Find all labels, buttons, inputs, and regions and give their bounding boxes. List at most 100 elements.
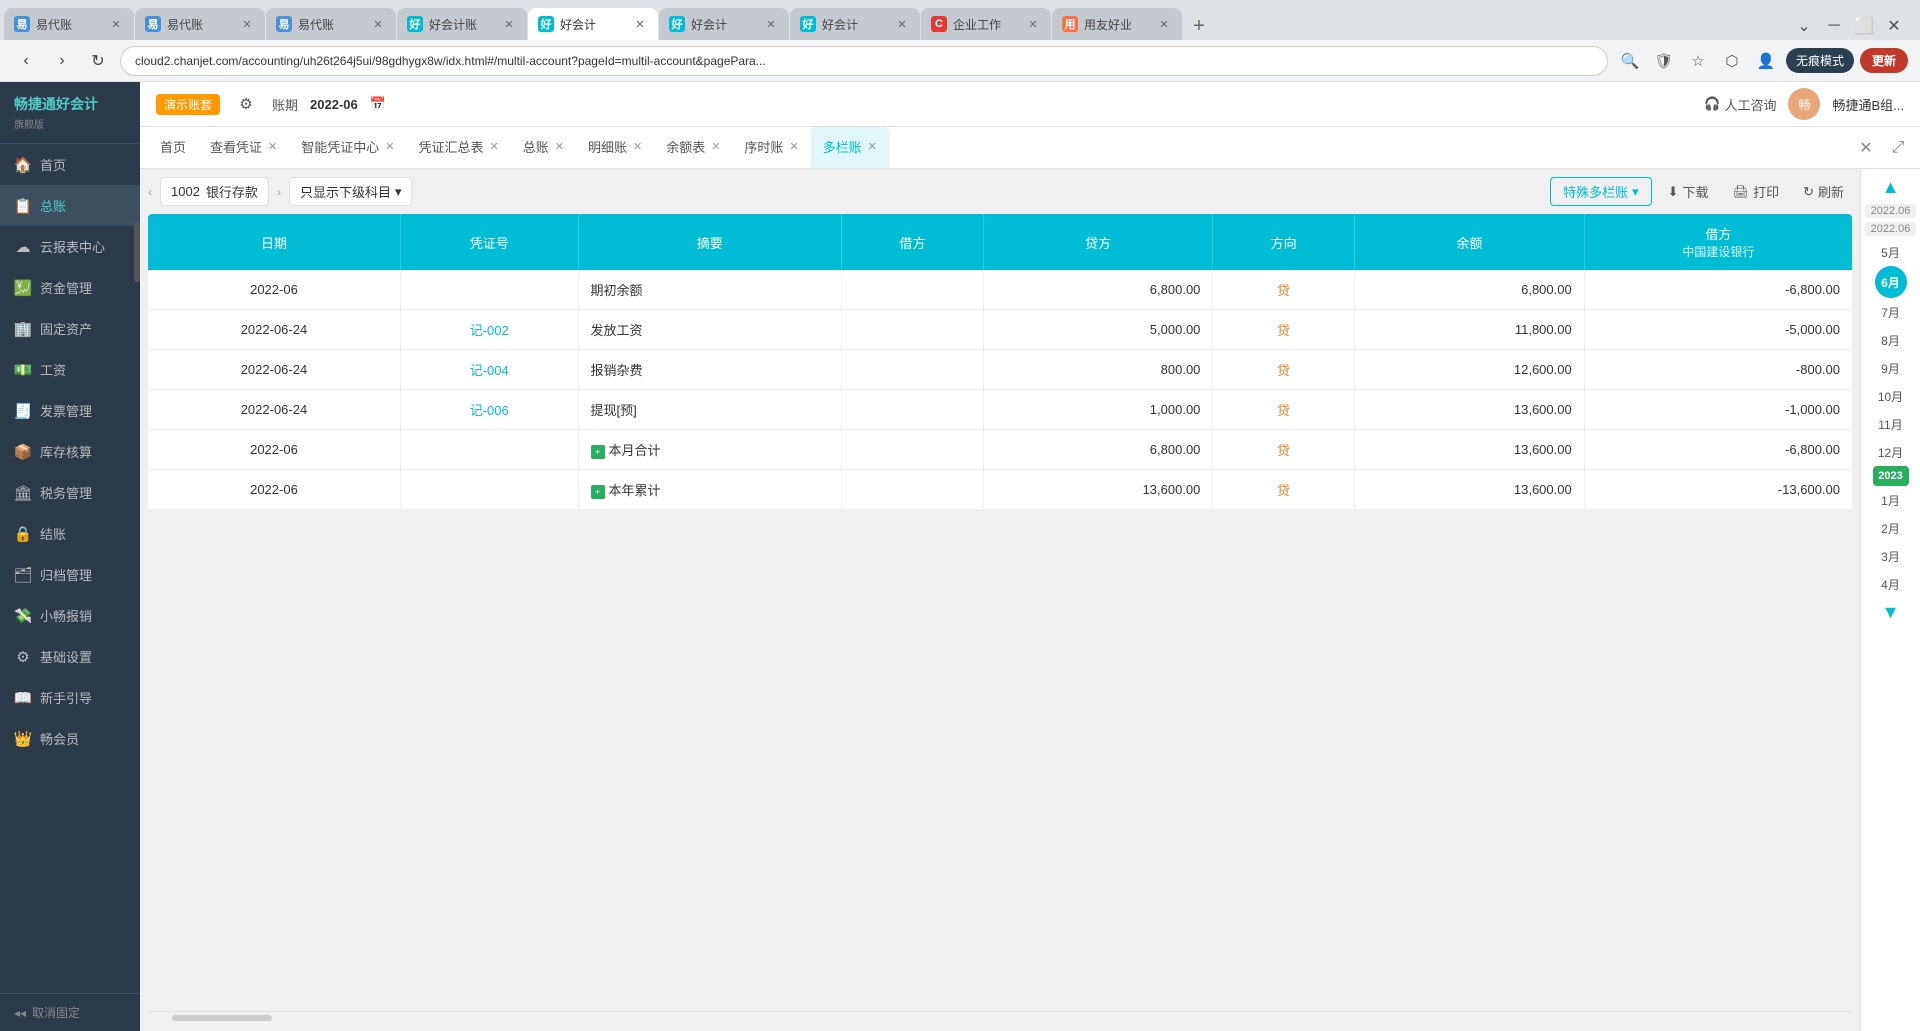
tab-8-close[interactable]: ✕ — [1025, 16, 1041, 32]
close-window-button[interactable]: ✕ — [1880, 12, 1908, 40]
tab-balance-close[interactable]: ✕ — [711, 140, 720, 153]
cell-5-0: 2022-06 — [148, 470, 400, 510]
tab-vouchers-close[interactable]: ✕ — [268, 140, 277, 153]
tab-4[interactable]: 好 好会计账 ✕ — [397, 8, 527, 40]
tab-8[interactable]: C 企业工作 ✕ — [921, 8, 1051, 40]
url-bar[interactable]: cloud2.chanjet.com/accounting/uh26t264j5… — [120, 46, 1608, 76]
sidebar-item-salary[interactable]: 💵 工资 — [0, 349, 140, 390]
download-button[interactable]: ⬇ 下载 — [1660, 178, 1717, 205]
print-button[interactable]: 🖨 打印 — [1725, 178, 1788, 205]
tab-sequence-close[interactable]: ✕ — [789, 140, 798, 153]
sidebar-item-inventory[interactable]: 📦 库存核算 — [0, 431, 140, 472]
tab-2-close[interactable]: ✕ — [239, 16, 255, 32]
tab-summary[interactable]: 凭证汇总表 ✕ — [406, 127, 510, 168]
pin-sidebar-button[interactable]: ◂◂ 取消固定 — [0, 994, 140, 1031]
sidebar-item-funds[interactable]: 💹 资金管理 — [0, 267, 140, 308]
tab-sequence[interactable]: 序时账 ✕ — [732, 127, 810, 168]
month-9-button[interactable]: 9月 — [1869, 354, 1913, 382]
sidebar-item-tax[interactable]: 🏛 税务管理 — [0, 472, 140, 513]
tab-5[interactable]: 好 好会计 ✕ — [528, 8, 658, 40]
sidebar-item-settings[interactable]: ⚙ 基础设置 — [0, 636, 140, 677]
forward-button[interactable]: › — [48, 47, 76, 75]
tab-3[interactable]: 易 易代账 ✕ — [266, 8, 396, 40]
sidebar-item-reports[interactable]: ☁ 云报表中心 — [0, 226, 140, 267]
calendar-icon[interactable]: 📅 — [370, 96, 386, 112]
month-7-button[interactable]: 7月 — [1869, 298, 1913, 326]
back-button[interactable]: ‹ — [12, 47, 40, 75]
tab-6[interactable]: 好 好会计 ✕ — [659, 8, 789, 40]
refresh-button[interactable]: ↻ 刷新 — [1795, 178, 1852, 205]
month-12-button[interactable]: 12月 — [1869, 438, 1913, 466]
tab-smart[interactable]: 智能凭证中心 ✕ — [289, 127, 406, 168]
cell-2-1[interactable]: 记-004 — [400, 350, 578, 390]
next-account-button[interactable]: › — [277, 185, 281, 199]
close-panel-button[interactable]: ✕ — [1852, 134, 1880, 162]
expand-panel-button[interactable]: ⤢ — [1884, 134, 1912, 162]
minimize-button[interactable]: ─ — [1820, 12, 1848, 40]
prev-account-button[interactable]: ‹ — [148, 185, 152, 199]
tab-1[interactable]: 易 易代账 ✕ — [4, 8, 134, 40]
tab-vouchers[interactable]: 查看凭证 ✕ — [198, 127, 289, 168]
tab-detail-close[interactable]: ✕ — [633, 140, 642, 153]
search-button[interactable]: 🔍 — [1616, 47, 1644, 75]
tab-list-button[interactable]: ⌄ — [1790, 12, 1818, 40]
tab-home[interactable]: 首页 — [148, 127, 198, 168]
star-button[interactable]: ☆ — [1684, 47, 1712, 75]
consult-button[interactable]: 🎧 人工咨询 — [1704, 95, 1776, 114]
month-6-button[interactable]: 6月 — [1875, 266, 1907, 298]
tab-balance[interactable]: 余额表 ✕ — [654, 127, 732, 168]
tab-5-close[interactable]: ✕ — [632, 16, 648, 32]
tab-7[interactable]: 好 好会计 ✕ — [790, 8, 920, 40]
col-credit: 贷方 — [983, 214, 1213, 270]
profile-button[interactable]: 👤 — [1752, 47, 1780, 75]
extension-button[interactable]: ⬡ — [1718, 47, 1746, 75]
tab-4-close[interactable]: ✕ — [501, 16, 517, 32]
month-2023-3-button[interactable]: 3月 — [1869, 542, 1913, 570]
mode-button[interactable]: 无痕模式 — [1786, 48, 1854, 73]
date-nav-down-button[interactable]: ▼ — [1878, 598, 1904, 627]
month-5-button[interactable]: 5月 — [1869, 238, 1913, 266]
filter-select[interactable]: 只显示下级科目 ▾ — [289, 177, 413, 206]
user-avatar[interactable]: 畅 — [1788, 88, 1820, 120]
tab-9[interactable]: 用 用友好业 ✕ — [1052, 8, 1182, 40]
tab-general-close[interactable]: ✕ — [555, 140, 564, 153]
date-nav-up-button[interactable]: ▲ — [1878, 173, 1904, 202]
sidebar-item-ledger[interactable]: 📋 总账 — [0, 185, 140, 226]
cell-3-1[interactable]: 记-006 — [400, 390, 578, 430]
reload-button[interactable]: ↻ — [84, 47, 112, 75]
sidebar-item-closing[interactable]: 🔒 结账 — [0, 513, 140, 554]
sidebar-item-member[interactable]: 👑 畅会员 — [0, 718, 140, 759]
tab-general[interactable]: 总账 ✕ — [511, 127, 576, 168]
tab-6-close[interactable]: ✕ — [763, 16, 779, 32]
cell-1-1[interactable]: 记-002 — [400, 310, 578, 350]
new-tab-button[interactable]: + — [1183, 12, 1215, 40]
month-2023-4-button[interactable]: 4月 — [1869, 570, 1913, 598]
tab-3-close[interactable]: ✕ — [370, 16, 386, 32]
tab-9-close[interactable]: ✕ — [1156, 16, 1172, 32]
sidebar-item-archive[interactable]: 🗂 归档管理 — [0, 554, 140, 595]
sidebar-item-invoice[interactable]: 🧾 发票管理 — [0, 390, 140, 431]
month-2023-2-button[interactable]: 2月 — [1869, 514, 1913, 542]
tab-multi[interactable]: 多栏账 ✕ — [811, 127, 889, 168]
update-button[interactable]: 更新 — [1860, 48, 1908, 73]
tab-7-close[interactable]: ✕ — [894, 16, 910, 32]
sidebar-item-expense[interactable]: 💸 小畅报销 — [0, 595, 140, 636]
tab-1-close[interactable]: ✕ — [108, 16, 124, 32]
sidebar-item-assets[interactable]: 🏢 固定资产 — [0, 308, 140, 349]
horizontal-scrollbar[interactable] — [148, 1011, 1852, 1023]
sidebar-item-home[interactable]: 🏠 首页 — [0, 144, 140, 185]
multi-account-button[interactable]: 特殊多栏账 ▾ — [1550, 177, 1652, 206]
tab-2[interactable]: 易 易代账 ✕ — [135, 8, 265, 40]
account-selector[interactable]: 1002 银行存款 — [160, 177, 269, 206]
month-2023-1-button[interactable]: 1月 — [1869, 486, 1913, 514]
sidebar-item-guide[interactable]: 📖 新手引导 — [0, 677, 140, 718]
settings-gear-icon[interactable]: ⚙ — [232, 90, 260, 118]
restore-button[interactable]: ⬜ — [1850, 12, 1878, 40]
month-10-button[interactable]: 10月 — [1869, 382, 1913, 410]
tab-multi-close[interactable]: ✕ — [868, 140, 877, 153]
tab-smart-close[interactable]: ✕ — [385, 140, 394, 153]
tab-detail[interactable]: 明细账 ✕ — [576, 127, 654, 168]
month-8-button[interactable]: 8月 — [1869, 326, 1913, 354]
month-11-button[interactable]: 11月 — [1869, 410, 1913, 438]
tab-summary-close[interactable]: ✕ — [490, 140, 499, 153]
